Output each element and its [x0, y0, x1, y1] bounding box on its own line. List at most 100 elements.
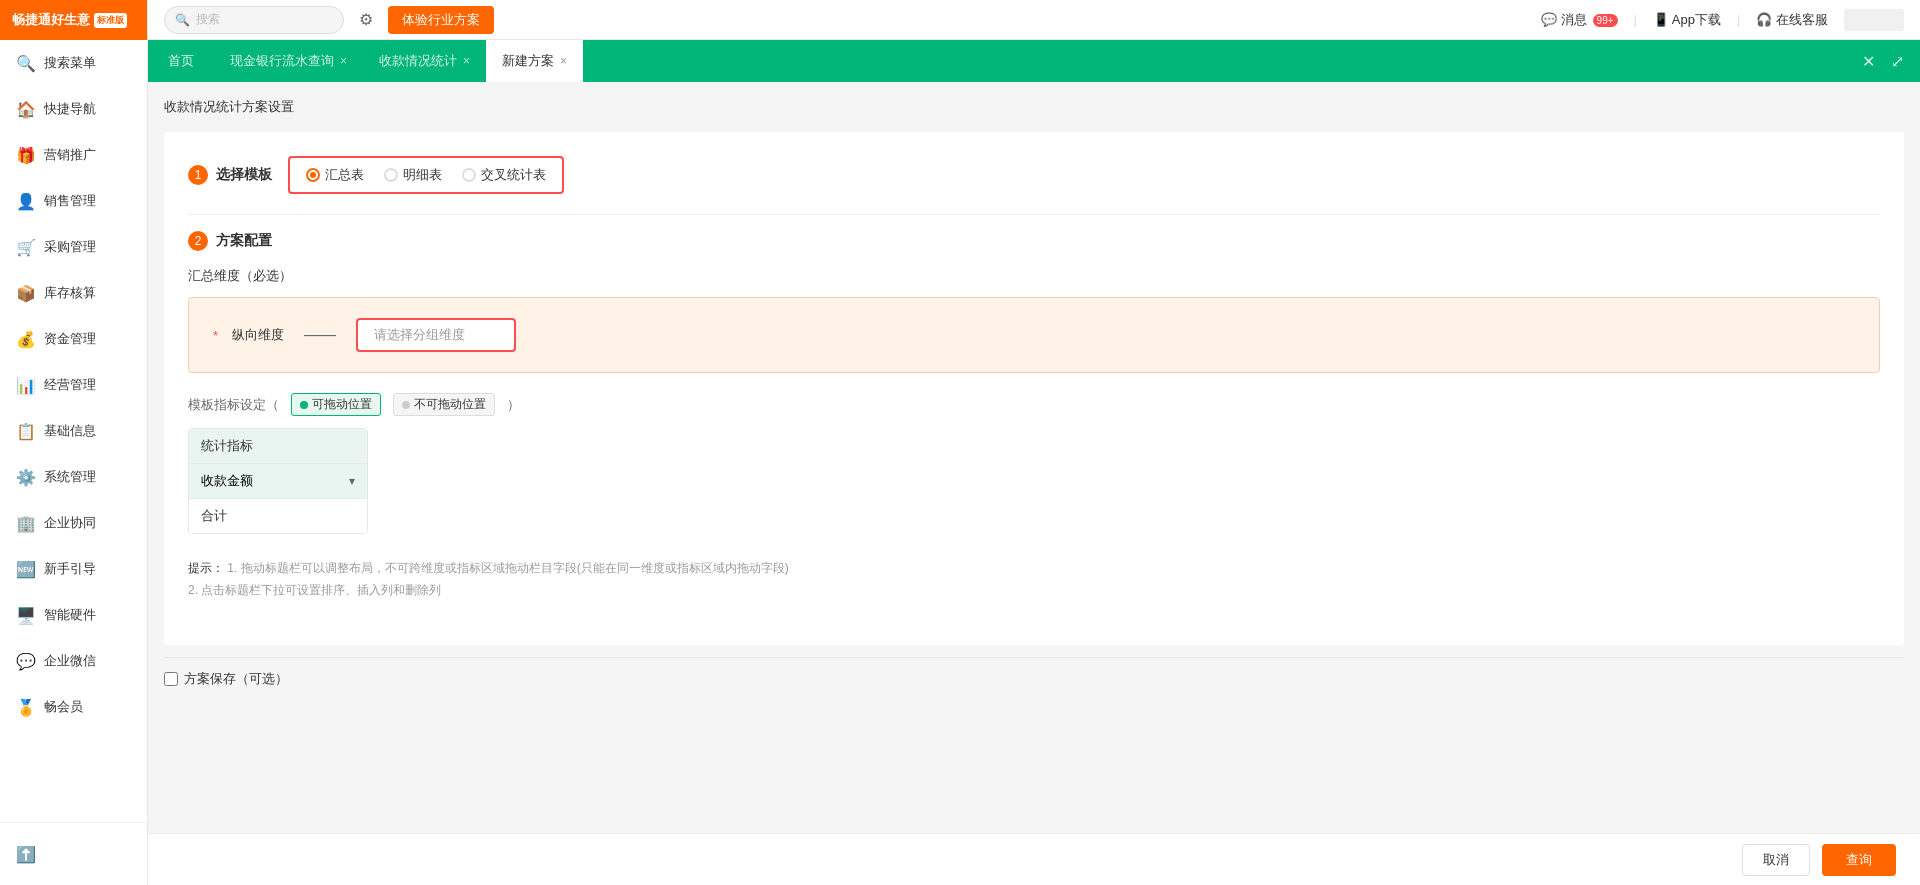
sidebar-label-guide: 新手引导	[44, 560, 96, 578]
search-icon: 🔍	[16, 53, 36, 73]
sidebar-label-sales: 销售管理	[44, 192, 96, 210]
sidebar-label-basic: 基础信息	[44, 422, 96, 440]
system-icon: ⚙️	[16, 467, 36, 487]
sidebar-label-inventory: 库存核算	[44, 284, 96, 302]
sidebar-item-hardware[interactable]: 🖥️ 智能硬件	[0, 592, 147, 638]
dimension-box: * 纵向维度 —— 请选择分组维度	[188, 297, 1880, 373]
topbar-right: 💬 消息 99+ | 📱 App下载 | 🎧 在线客服	[1541, 9, 1904, 31]
step1-num: 1	[188, 165, 208, 185]
sidebar-bottom: ⬆️	[0, 822, 147, 885]
tab-collection[interactable]: 收款情况统计 ×	[363, 40, 486, 82]
gear-icon[interactable]: ⚙	[352, 6, 380, 34]
save-checkbox[interactable]	[164, 672, 178, 686]
metrics-title-start: 模板指标设定（	[188, 396, 279, 414]
step2-num: 2	[188, 231, 208, 251]
sidebar-item-marketing[interactable]: 🎁 营销推广	[0, 132, 147, 178]
draggable-badge: 可拖动位置	[291, 393, 381, 416]
tab-collection-close[interactable]: ×	[463, 54, 470, 68]
sidebar-label-quick-nav: 快捷导航	[44, 100, 96, 118]
tab-cashflow[interactable]: 现金银行流水查询 ×	[214, 40, 363, 82]
wechat-icon: 💬	[16, 651, 36, 671]
step2-title: 方案配置	[216, 232, 272, 250]
dim-selector[interactable]: 请选择分组维度	[356, 318, 516, 352]
radio-cross-label: 交叉统计表	[481, 166, 546, 184]
topbar-left: 🔍 搜索 ⚙ 体验行业方案	[164, 6, 494, 34]
topbar: 🔍 搜索 ⚙ 体验行业方案 💬 消息 99+ | 📱 App下载 | 🎧 在线客…	[148, 0, 1920, 40]
tip1: 提示： 1. 拖动标题栏可以调整布局，不可跨维度或指标区域拖动栏目字段(只能在同…	[188, 558, 1880, 580]
sidebar-item-basic[interactable]: 📋 基础信息	[0, 408, 147, 454]
step1-section: 1 选择模板 汇总表 明细表	[188, 156, 1880, 194]
page-title: 收款情况统计方案设置	[164, 98, 1904, 116]
message-btn[interactable]: 💬 消息 99+	[1541, 11, 1617, 29]
metrics-table-header: 统计指标	[189, 429, 367, 464]
sidebar-label-corp: 企业协同	[44, 514, 96, 532]
radio-cross[interactable]: 交叉统计表	[462, 166, 546, 184]
tabs-expand-icon[interactable]: ⤢	[1887, 48, 1908, 75]
tab-newplan[interactable]: 新建方案 ×	[486, 40, 583, 82]
vertical-dim-label: 纵向维度	[232, 326, 284, 344]
sidebar-item-quick-nav[interactable]: 🏠 快捷导航	[0, 86, 147, 132]
sales-icon: 👤	[16, 191, 36, 211]
sidebar-label-search: 搜索菜单	[44, 54, 96, 72]
search-bar[interactable]: 🔍 搜索	[164, 6, 344, 34]
basic-icon: 📋	[16, 421, 36, 441]
inventory-icon: 📦	[16, 283, 36, 303]
radio-summary[interactable]: 汇总表	[306, 166, 364, 184]
sidebar-item-wechat[interactable]: 💬 企业微信	[0, 638, 147, 684]
radio-detail-label: 明细表	[403, 166, 442, 184]
sidebar: 畅捷通好生意 标准版 🔍 搜索菜单 🏠 快捷导航 🎁 营销推广 👤 销售管理 🛒…	[0, 0, 148, 885]
corp-icon: 🏢	[16, 513, 36, 533]
logo-text: 畅捷通好生意	[12, 11, 90, 29]
metrics-header: 模板指标设定（ 可拖动位置 不可拖动位置 ）	[188, 393, 1880, 416]
sidebar-item-inventory[interactable]: 📦 库存核算	[0, 270, 147, 316]
upgrade-icon: ⬆️	[16, 844, 36, 864]
operation-icon: 📊	[16, 375, 36, 395]
radio-cross-circle	[462, 168, 476, 182]
sidebar-item-sales[interactable]: 👤 销售管理	[0, 178, 147, 224]
metrics-table: 统计指标 收款金额 ▾ 合计	[188, 428, 368, 534]
tabs-close-icon[interactable]: ✕	[1858, 48, 1879, 75]
sidebar-item-corp[interactable]: 🏢 企业协同	[0, 500, 147, 546]
logo-badge: 标准版	[94, 13, 127, 28]
query-button[interactable]: 查询	[1822, 844, 1896, 876]
download-btn[interactable]: 📱 App下载	[1653, 11, 1721, 29]
hardware-icon: 🖥️	[16, 605, 36, 625]
sidebar-item-operation[interactable]: 📊 经营管理	[0, 362, 147, 408]
industry-btn[interactable]: 体验行业方案	[388, 6, 494, 34]
marketing-icon: 🎁	[16, 145, 36, 165]
tip2: 2. 点击标题栏下拉可设置排序、插入列和删除列	[188, 580, 1880, 602]
sidebar-logo: 畅捷通好生意 标准版	[0, 0, 147, 40]
finance-icon: 💰	[16, 329, 36, 349]
sidebar-item-finance[interactable]: 💰 资金管理	[0, 316, 147, 362]
sidebar-item-upgrade[interactable]: ⬆️	[0, 831, 147, 877]
search-icon: 🔍	[175, 13, 190, 27]
sidebar-label-operation: 经营管理	[44, 376, 96, 394]
footer: 取消 查询	[148, 833, 1920, 885]
tab-home[interactable]: 首页	[148, 40, 214, 82]
sidebar-item-search[interactable]: 🔍 搜索菜单	[0, 40, 147, 86]
metrics-cell-amount[interactable]: 收款金额 ▾	[189, 464, 367, 499]
tab-cashflow-close[interactable]: ×	[340, 54, 347, 68]
content-wrapper: 收款情况统计方案设置 1 选择模板 汇总表	[148, 82, 1920, 885]
metrics-table-wrapper: 统计指标 收款金额 ▾ 合计	[188, 428, 1880, 534]
step1-header: 1 选择模板 汇总表 明细表	[188, 156, 1880, 194]
sidebar-item-system[interactable]: ⚙️ 系统管理	[0, 454, 147, 500]
sidebar-label-wechat: 企业微信	[44, 652, 96, 670]
main-area: 🔍 搜索 ⚙ 体验行业方案 💬 消息 99+ | 📱 App下载 | 🎧 在线客…	[148, 0, 1920, 885]
dim-arrow: ——	[304, 326, 336, 344]
service-btn[interactable]: 🎧 在线客服	[1756, 11, 1828, 29]
radio-summary-label: 汇总表	[325, 166, 364, 184]
radio-detail-circle	[384, 168, 398, 182]
dimension-section-title: 汇总维度（必选）	[188, 267, 1880, 285]
dimension-row: * 纵向维度 —— 请选择分组维度	[213, 318, 1855, 352]
chevron-down-icon: ▾	[349, 474, 355, 488]
sidebar-item-member[interactable]: 🏅 畅会员	[0, 684, 147, 730]
non-draggable-dot	[402, 401, 410, 409]
user-avatar[interactable]	[1844, 9, 1904, 31]
sidebar-item-purchase[interactable]: 🛒 采购管理	[0, 224, 147, 270]
tab-newplan-close[interactable]: ×	[560, 54, 567, 68]
cancel-button[interactable]: 取消	[1742, 844, 1810, 876]
divider1	[188, 214, 1880, 215]
sidebar-item-guide[interactable]: 🆕 新手引导	[0, 546, 147, 592]
radio-detail[interactable]: 明细表	[384, 166, 442, 184]
